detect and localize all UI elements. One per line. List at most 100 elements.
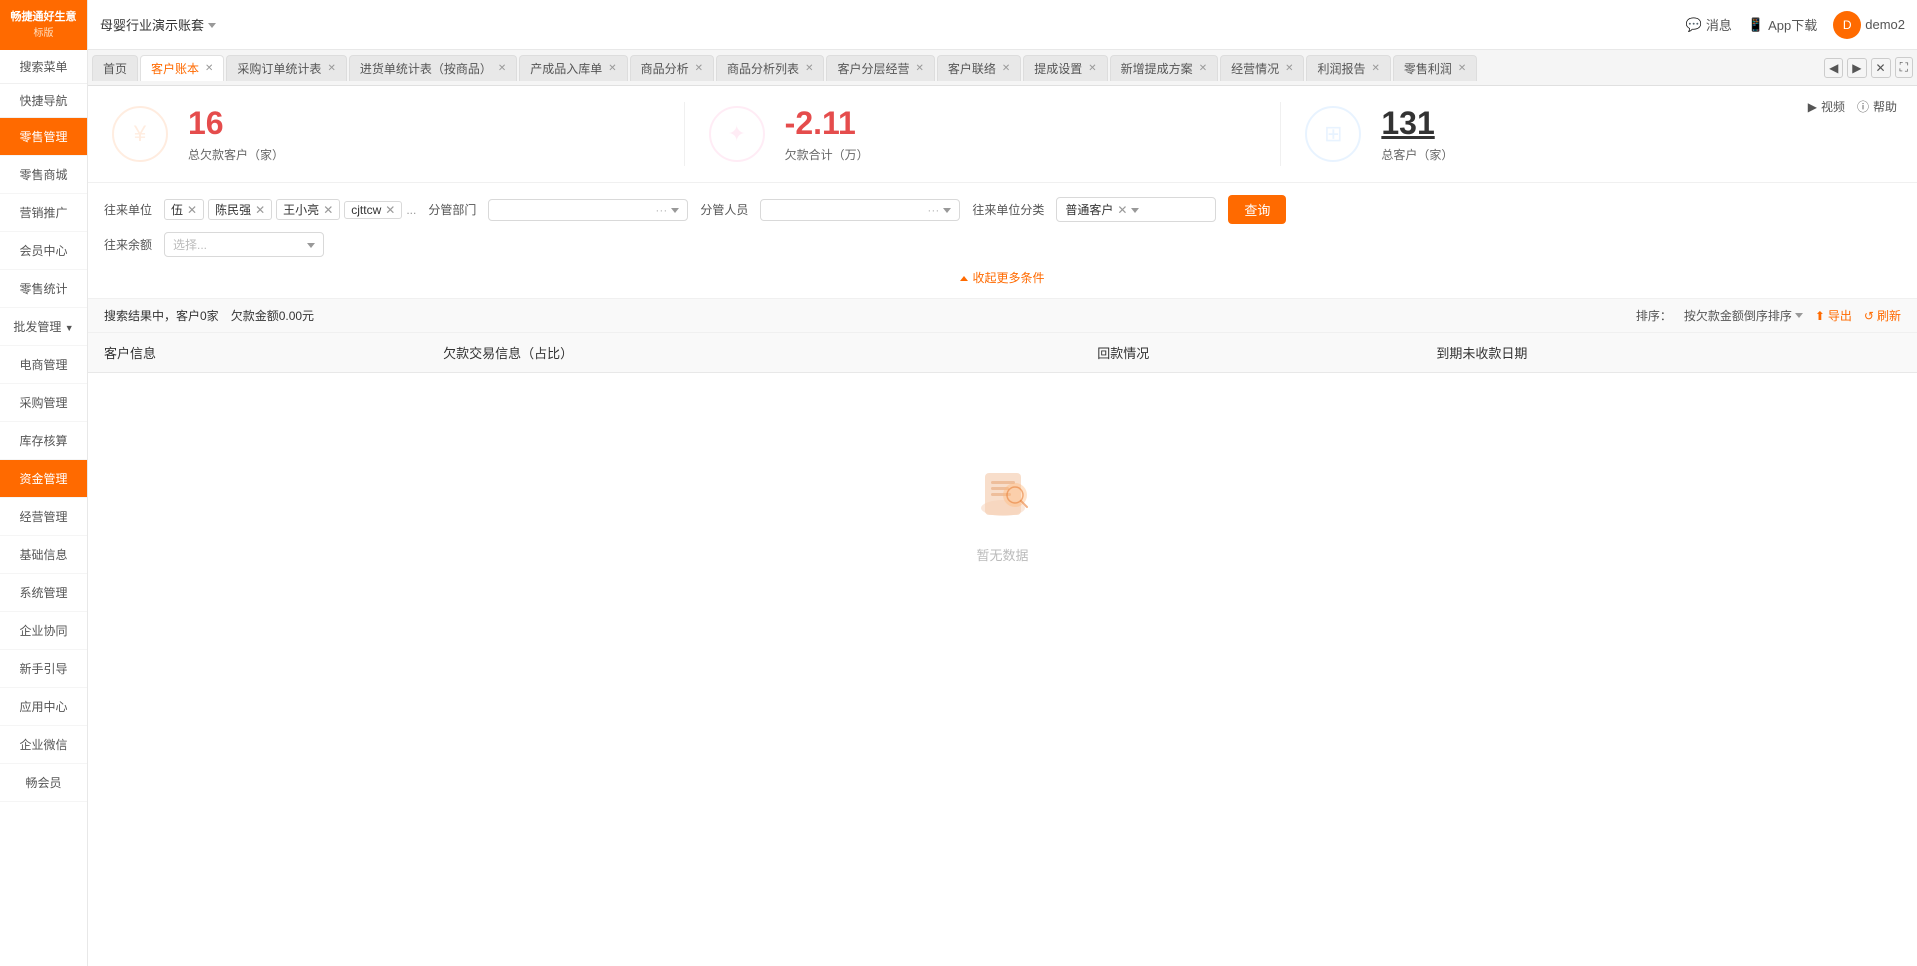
- tab-prev-button[interactable]: ◀: [1824, 58, 1843, 78]
- tab-product-analysis-list[interactable]: 商品分析列表 ✕: [716, 55, 824, 81]
- query-button[interactable]: 查询: [1228, 195, 1286, 224]
- unit-tag-wang: 王小亮 ✕: [276, 199, 340, 220]
- close-icon[interactable]: ✕: [915, 63, 923, 74]
- chevron-down-icon: [307, 238, 315, 252]
- sidebar-item-purchase[interactable]: 采购管理: [0, 384, 87, 422]
- account-dropdown[interactable]: 母婴行业演示账套: [100, 15, 216, 34]
- tag-close-icon[interactable]: ✕: [255, 203, 265, 217]
- sidebar-item-guide[interactable]: 新手引导: [0, 650, 87, 688]
- sidebar-item-wechat[interactable]: 企业微信: [0, 726, 87, 764]
- sidebar-item-operations[interactable]: 经营管理: [0, 498, 87, 536]
- sidebar-nav-item[interactable]: 快捷导航: [0, 84, 87, 118]
- tab-inbound-stats[interactable]: 进货单统计表（按商品） ✕: [349, 55, 517, 81]
- tag-close-icon[interactable]: ✕: [187, 203, 197, 217]
- sidebar-item-inventory[interactable]: 库存核算: [0, 422, 87, 460]
- close-icon[interactable]: ✕: [205, 63, 213, 74]
- tab-maximize-button[interactable]: ⛶: [1895, 57, 1913, 78]
- tab-label: 进货单统计表（按商品）: [360, 60, 492, 77]
- sidebar-item-wholesale[interactable]: 批发管理 ▼: [0, 308, 87, 346]
- chevron-down-icon: [671, 203, 679, 217]
- sidebar-item-retail-stats[interactable]: 零售统计: [0, 270, 87, 308]
- sidebar-item-system[interactable]: 系统管理: [0, 574, 87, 612]
- close-icon[interactable]: ✕: [498, 63, 506, 74]
- tab-product-analysis[interactable]: 商品分析 ✕: [630, 55, 714, 81]
- message-button[interactable]: 💬 消息: [1686, 15, 1732, 34]
- sidebar-item-appstore[interactable]: 应用中心: [0, 688, 87, 726]
- refresh-button[interactable]: ↺ 刷新: [1864, 307, 1901, 324]
- tab-next-button[interactable]: ▶: [1847, 58, 1866, 78]
- close-icon[interactable]: ✕: [1372, 63, 1380, 74]
- category-filter-select[interactable]: 普通客户 ✕: [1056, 197, 1216, 222]
- stat-block-debt: ✦ -2.11 欠款合计（万）: [705, 102, 1282, 166]
- balance-filter-input[interactable]: 选择...: [164, 232, 324, 257]
- export-icon: ⬆: [1815, 309, 1825, 323]
- stat-number-customers: 16: [188, 105, 284, 142]
- unit-filter-label: 往来单位: [104, 201, 152, 218]
- sort-dropdown[interactable]: 按欠款金额倒序排序: [1684, 307, 1803, 324]
- person-more-icon: ···: [927, 203, 939, 217]
- tag-close-icon[interactable]: ✕: [323, 203, 333, 217]
- sidebar-item-marketing[interactable]: 营销推广: [0, 194, 87, 232]
- tab-add-commission[interactable]: 新增提成方案 ✕: [1110, 55, 1218, 81]
- tab-commission-settings[interactable]: 提成设置 ✕: [1023, 55, 1107, 81]
- tab-customer-contact[interactable]: 客户联络 ✕: [937, 55, 1021, 81]
- stat-content-debt: -2.11 欠款合计（万）: [785, 105, 869, 163]
- export-label: 导出: [1828, 307, 1852, 324]
- close-icon[interactable]: ✕: [1002, 63, 1010, 74]
- close-icon[interactable]: ✕: [1199, 63, 1207, 74]
- app-download-button[interactable]: 📱 App下载: [1748, 15, 1817, 34]
- sidebar-search-item[interactable]: 搜索菜单: [0, 50, 87, 84]
- close-icon[interactable]: ✕: [1458, 63, 1466, 74]
- sidebar-item-changhui[interactable]: 畅会员: [0, 764, 87, 802]
- collapse-button[interactable]: 收起更多条件: [960, 269, 1044, 286]
- tab-label: 采购订单统计表: [237, 60, 321, 77]
- collapse-row: 收起更多条件: [104, 265, 1901, 286]
- sidebar-item-enterprise[interactable]: 企业协同: [0, 612, 87, 650]
- video-action[interactable]: ▶ 视频: [1808, 98, 1845, 115]
- sidebar-item-ecommerce[interactable]: 电商管理: [0, 346, 87, 384]
- tag-close-icon[interactable]: ✕: [385, 203, 395, 217]
- stat-label-customers: 总欠款客户（家）: [188, 146, 284, 163]
- close-icon[interactable]: ✕: [805, 63, 813, 74]
- tab-customer-account[interactable]: 客户账本 ✕: [140, 55, 224, 81]
- user-menu[interactable]: D demo2: [1833, 11, 1905, 39]
- person-filter-select[interactable]: ···: [760, 199, 960, 221]
- close-icon[interactable]: ✕: [608, 63, 616, 74]
- tabs-nav: ◀ ▶ ✕ ⛶: [1824, 57, 1913, 78]
- sort-arrow-icon: [1795, 310, 1803, 321]
- sidebar-item-retail-mall[interactable]: 零售商城: [0, 156, 87, 194]
- customer-stat-icon: ¥: [108, 102, 172, 166]
- stats-actions: ▶ 视频 ⓘ 帮助: [1808, 98, 1897, 115]
- unit-tag-wu: 伍 ✕: [164, 199, 204, 220]
- tab-purchase-stats[interactable]: 采购订单统计表 ✕: [226, 55, 346, 81]
- results-bar: 搜索结果中，客户0家 欠款金额0.00元 排序： 按欠款金额倒序排序 ⬆ 导出 …: [88, 299, 1917, 333]
- unit-filter-more[interactable]: ...: [406, 203, 416, 217]
- filter-area: 往来单位 伍 ✕ 陈民强 ✕ 王小亮 ✕ cjttcw ✕: [88, 183, 1917, 299]
- sidebar-item-finance[interactable]: 资金管理: [0, 460, 87, 498]
- dept-filter-select[interactable]: ···: [488, 199, 688, 221]
- sidebar-item-retail[interactable]: 零售管理: [0, 118, 87, 156]
- close-icon[interactable]: ✕: [327, 63, 335, 74]
- sidebar-item-member[interactable]: 会员中心: [0, 232, 87, 270]
- tab-product-inbound[interactable]: 产成品入库单 ✕: [519, 55, 627, 81]
- help-action[interactable]: ⓘ 帮助: [1857, 98, 1897, 115]
- app-download-label: App下载: [1768, 15, 1817, 34]
- close-icon[interactable]: ✕: [1088, 63, 1096, 74]
- tab-business-status[interactable]: 经营情况 ✕: [1220, 55, 1304, 81]
- balance-filter-label: 往来余额: [104, 236, 152, 253]
- table-area: 客户信息 欠款交易信息（占比） 回款情况 到期未收款日期: [88, 333, 1917, 966]
- stat-block-total: ⊞ 131 总客户（家）: [1301, 102, 1877, 166]
- tab-customer-layer[interactable]: 客户分层经营 ✕: [826, 55, 934, 81]
- sidebar-item-basic[interactable]: 基础信息: [0, 536, 87, 574]
- close-icon[interactable]: ✕: [695, 63, 703, 74]
- export-button[interactable]: ⬆ 导出: [1815, 307, 1852, 324]
- tab-retail-profit[interactable]: 零售利润 ✕: [1393, 55, 1477, 81]
- tab-home[interactable]: 首页: [92, 55, 138, 81]
- tag-close-icon[interactable]: ✕: [1117, 203, 1127, 217]
- close-icon[interactable]: ✕: [1285, 63, 1293, 74]
- empty-label: 暂无数据: [976, 545, 1028, 564]
- tab-close-all-button[interactable]: ✕: [1871, 58, 1891, 78]
- unit-tag-cjttcw: cjttcw ✕: [344, 201, 402, 219]
- stats-bar: ¥ 16 总欠款客户（家） ✦ -2.11 欠款合计（万）: [88, 86, 1917, 183]
- tab-profit-report[interactable]: 利润报告 ✕: [1306, 55, 1390, 81]
